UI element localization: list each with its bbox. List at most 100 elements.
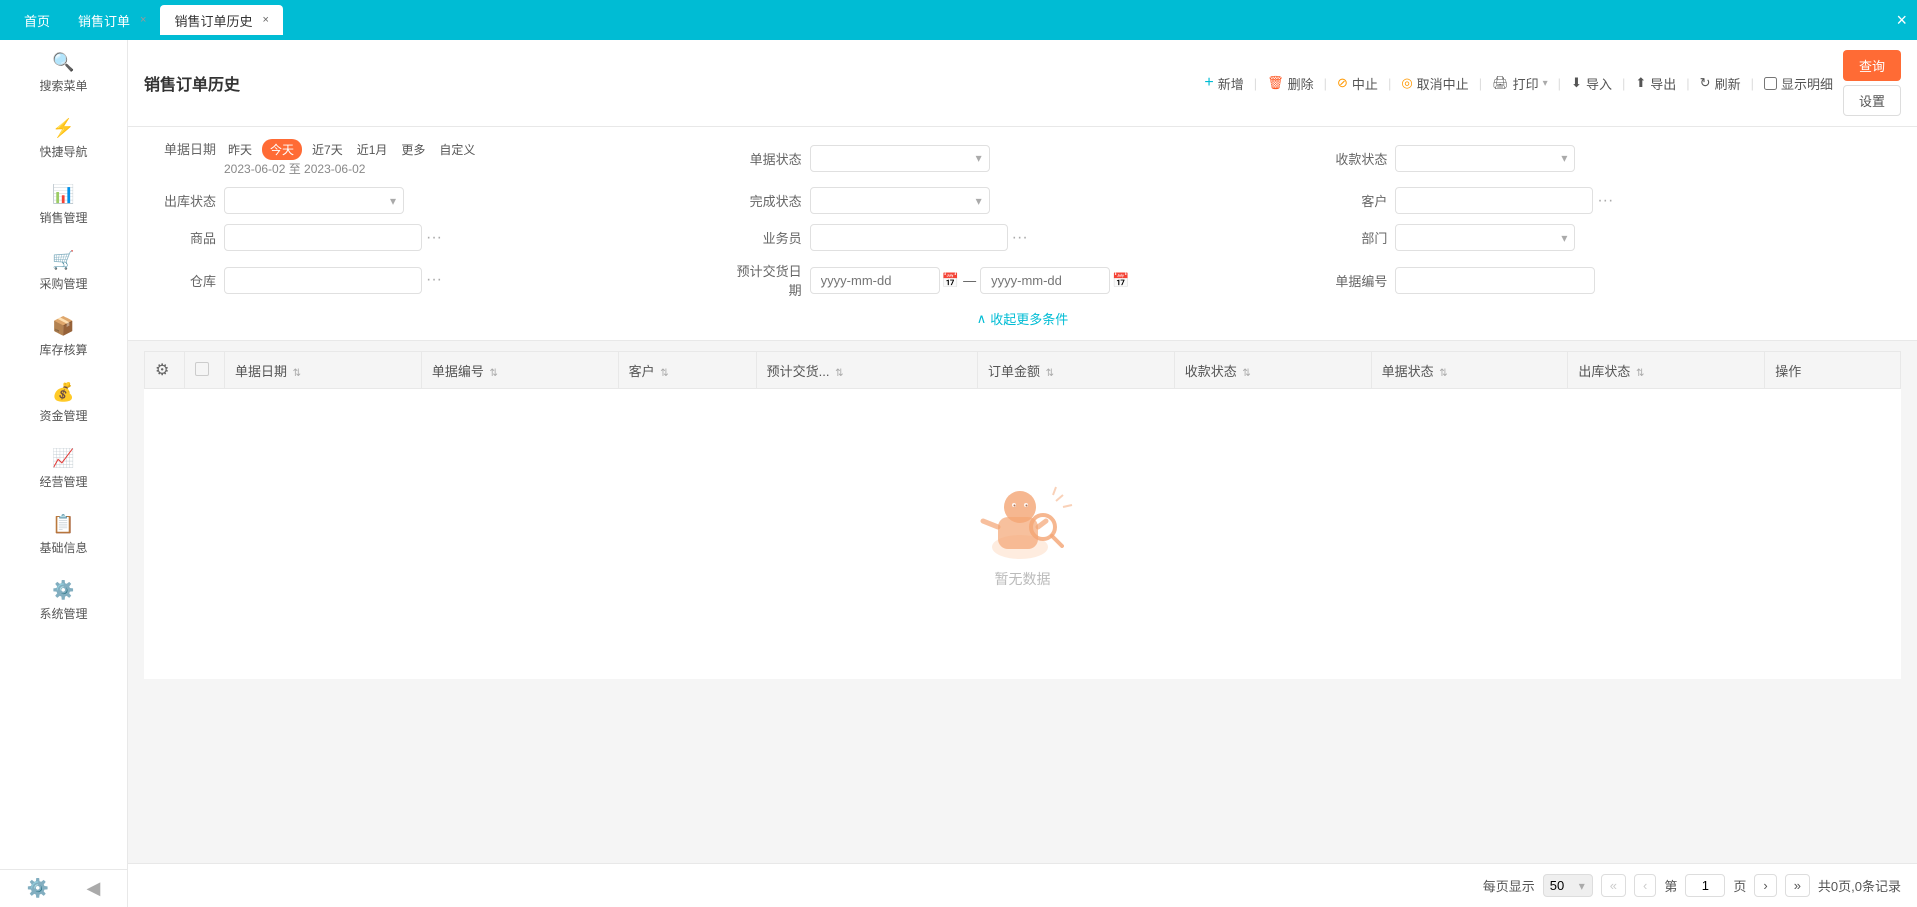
stop-button[interactable]: ⊘ 中止 (1337, 74, 1378, 93)
date-btn-today[interactable]: 今天 (262, 139, 302, 160)
cal-icon-left[interactable]: 📅 (942, 272, 959, 289)
next-page-button[interactable]: › (1754, 874, 1776, 897)
empty-state-cell: 暂无数据 (145, 389, 1901, 680)
tab-sales-order-close[interactable]: × (140, 14, 146, 26)
tab-sales-order[interactable]: 销售订单 × (64, 5, 160, 35)
window-close-icon[interactable]: × (1896, 10, 1907, 31)
warehouse-label: 仓库 (144, 271, 224, 290)
sidebar-item-sales-mgmt[interactable]: 📊 销售管理 (0, 172, 127, 238)
th-out-status-label: 出库状态 (1578, 364, 1630, 379)
new-label: 新增 (1218, 74, 1244, 93)
delivery-date-to[interactable] (980, 267, 1110, 294)
product-input[interactable] (224, 224, 422, 251)
sidebar-bottom: ⚙️ ◀ (0, 869, 127, 907)
new-button[interactable]: + 新增 (1204, 74, 1243, 93)
th-pay-status: 收款状态 ⇅ (1174, 352, 1371, 389)
customer-input[interactable] (1395, 187, 1593, 214)
table-gear-icon[interactable]: ⚙ (155, 362, 169, 379)
tab-sales-order-history-close[interactable]: × (262, 14, 268, 26)
refresh-button[interactable]: ↻ 刷新 (1700, 74, 1741, 93)
order-no-label: 单据编号 (1315, 271, 1395, 290)
order-no-filter: 单据编号 (1315, 267, 1901, 294)
sidebar-settings-icon[interactable]: ⚙️ (27, 878, 49, 899)
date-btn-last7[interactable]: 近7天 (308, 139, 347, 160)
order-status-select[interactable] (810, 145, 990, 172)
sidebar-item-operations[interactable]: 📈 经营管理 (0, 436, 127, 502)
th-amount-sort-icon[interactable]: ⇅ (1046, 368, 1054, 379)
date-btn-more[interactable]: 更多 (397, 139, 429, 160)
product-dots-btn[interactable]: ··· (422, 229, 446, 247)
sidebar-item-sys-mgmt[interactable]: ⚙️ 系统管理 (0, 568, 127, 634)
th-order-status: 单据状态 ⇅ (1371, 352, 1568, 389)
date-btn-yesterday[interactable]: 昨天 (224, 139, 256, 160)
th-checkbox (185, 352, 225, 389)
pay-status-select[interactable] (1395, 145, 1575, 172)
sidebar-item-label: 经营管理 (39, 473, 87, 490)
dept-select[interactable] (1395, 224, 1575, 251)
salesman-input[interactable] (810, 224, 1008, 251)
th-customer-sort-icon[interactable]: ⇅ (660, 368, 668, 379)
pay-status-select-wrapper (1395, 145, 1575, 172)
customer-dots-btn[interactable]: ··· (1593, 192, 1617, 210)
chevron-up-icon: ∧ (977, 311, 987, 327)
sidebar-item-purchase-mgmt[interactable]: 🛒 采购管理 (0, 238, 127, 304)
delete-button[interactable]: 🗑 删除 (1267, 74, 1314, 93)
tab-home[interactable]: 首页 (10, 5, 64, 35)
table-header-checkbox[interactable] (195, 362, 209, 376)
th-amount: 订单金额 ⇅ (977, 352, 1174, 389)
th-customer-label: 客户 (629, 364, 655, 379)
warehouse-input[interactable] (224, 267, 422, 294)
th-out-status-sort-icon[interactable]: ⇅ (1636, 368, 1644, 379)
tab-sales-order-history[interactable]: 销售订单历史 × (160, 5, 282, 35)
sidebar-collapse-icon[interactable]: ◀ (86, 878, 100, 899)
th-order-no-label: 单据编号 (432, 364, 484, 379)
sidebar-item-inventory[interactable]: 📦 库存核算 (0, 304, 127, 370)
import-button[interactable]: ⬇ 导入 (1571, 74, 1612, 93)
warehouse-dots-btn[interactable]: ··· (422, 271, 446, 289)
sidebar-item-label: 采购管理 (39, 275, 87, 292)
sales-mgmt-icon: 📊 (52, 184, 74, 205)
first-page-button[interactable]: « (1601, 874, 1626, 897)
complete-label: 完成状态 (730, 191, 810, 210)
order-no-input[interactable] (1395, 267, 1595, 294)
sidebar-item-search-menu[interactable]: 🔍 搜索菜单 (0, 40, 127, 106)
collapse-btn[interactable]: ∧ 收起更多条件 (977, 309, 1069, 328)
th-date-sort-icon[interactable]: ⇅ (293, 368, 301, 379)
query-button[interactable]: 查询 (1843, 50, 1901, 81)
complete-select[interactable] (810, 187, 990, 214)
page-number-input[interactable] (1685, 874, 1725, 897)
sidebar-item-quick-nav[interactable]: ⚡ 快捷导航 (0, 106, 127, 172)
sidebar-item-label: 库存核算 (39, 341, 87, 358)
delivery-date-from[interactable] (810, 267, 940, 294)
display-toggle[interactable]: 显示明细 (1764, 74, 1833, 93)
th-operation-label: 操作 (1775, 364, 1801, 379)
th-delivery-date-sort-icon[interactable]: ⇅ (835, 368, 843, 379)
data-table: ⚙ 单据日期 ⇅ 单据编号 ⇅ (144, 351, 1901, 679)
th-order-no-sort-icon[interactable]: ⇅ (489, 368, 497, 379)
main-layout: 🔍 搜索菜单 ⚡ 快捷导航 📊 销售管理 🛒 采购管理 📦 库存核算 💰 资金管… (0, 40, 1917, 907)
export-label: 导出 (1650, 74, 1676, 93)
sidebar-item-finance[interactable]: 💰 资金管理 (0, 370, 127, 436)
print-button[interactable]: 🖨 打印 ▾ (1492, 74, 1548, 93)
page-size-select[interactable]: 10 20 50 100 (1543, 874, 1593, 897)
display-toggle-checkbox[interactable] (1764, 77, 1777, 90)
stop-label: 中止 (1352, 74, 1378, 93)
date-btn-custom[interactable]: 自定义 (435, 139, 479, 160)
th-order-status-sort-icon[interactable]: ⇅ (1439, 368, 1447, 379)
export-button[interactable]: ⬆ 导出 (1635, 74, 1676, 93)
cal-icon-right[interactable]: 📅 (1112, 272, 1129, 289)
th-pay-status-sort-icon[interactable]: ⇅ (1242, 368, 1250, 379)
date-btn-last1m[interactable]: 近1月 (353, 139, 392, 160)
salesman-dots-btn[interactable]: ··· (1008, 229, 1032, 247)
complete-select-wrapper (810, 187, 990, 214)
sidebar-item-basic-info[interactable]: 📋 基础信息 (0, 502, 127, 568)
last-page-button[interactable]: » (1785, 874, 1810, 897)
settings-button[interactable]: 设置 (1843, 85, 1901, 116)
prev-page-button[interactable]: ‹ (1634, 874, 1656, 897)
operations-icon: 📈 (52, 448, 74, 469)
cancel-stop-button[interactable]: ◎ 取消中止 (1401, 74, 1468, 93)
page-title: 销售订单历史 (144, 71, 240, 95)
sidebar-item-label: 系统管理 (39, 605, 87, 622)
out-stock-select[interactable] (224, 187, 404, 214)
order-status-select-wrapper (810, 145, 990, 172)
